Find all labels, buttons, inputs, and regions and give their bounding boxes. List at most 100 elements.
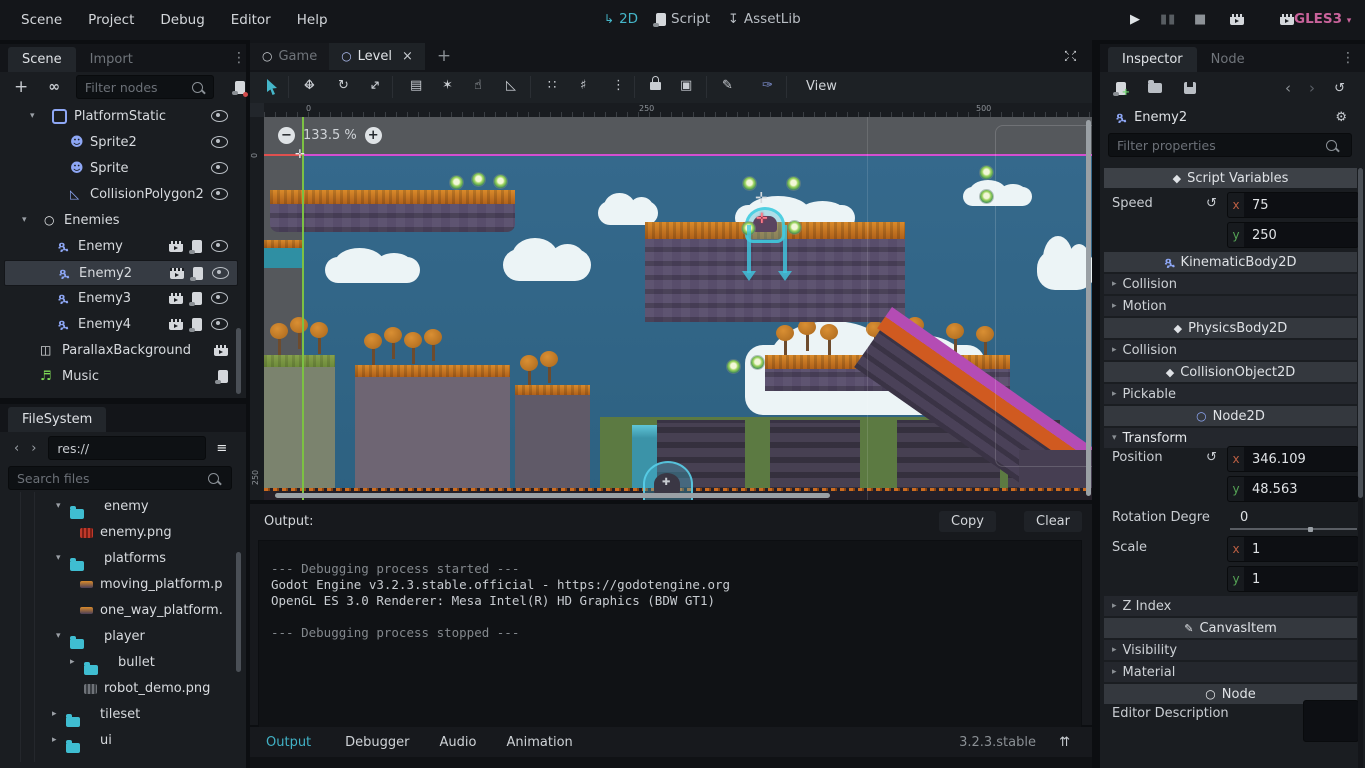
collapse-icon[interactable]: ▾ <box>30 111 35 121</box>
mode-2d[interactable]: ↳ 2D <box>604 11 638 27</box>
history-forward-icon[interactable]: › <box>31 441 36 456</box>
move-gizmo-icon[interactable]: ✛ <box>755 189 773 207</box>
script-icon[interactable] <box>189 239 202 254</box>
tree-row-collisionpolygon2[interactable]: ◺ CollisionPolygon2 <box>4 182 236 206</box>
slider-grabber[interactable] <box>1308 527 1313 532</box>
ruler-tool-icon[interactable]: ◺ <box>506 78 516 93</box>
editor-description-field[interactable] <box>1303 700 1359 742</box>
new-resource-button[interactable]: + <box>1113 81 1130 98</box>
connections-icon[interactable] <box>169 292 183 304</box>
pan-tool-icon[interactable]: ☝ <box>474 78 482 93</box>
snap-options-icon[interactable]: ⋮ <box>612 78 625 93</box>
tab-filesystem[interactable]: FileSystem <box>8 407 107 432</box>
script-icon[interactable] <box>190 266 203 281</box>
split-mode-icon[interactable]: ≡ <box>216 441 227 456</box>
folder-row-platforms[interactable]: ▾ platforms <box>4 546 236 571</box>
tab-import[interactable]: Import <box>76 47 147 72</box>
history-forward-icon[interactable]: › <box>1309 79 1315 97</box>
inspector-scrollbar[interactable] <box>1358 168 1363 498</box>
bottom-tab-animation[interactable]: Animation <box>506 735 572 750</box>
move-tool-icon[interactable]: ↔ ↕ <box>304 74 320 98</box>
instance-scene-button[interactable]: ∞ <box>48 79 60 95</box>
selection-handle[interactable] <box>783 225 787 273</box>
bottom-tab-output[interactable]: Output <box>266 735 311 750</box>
play-scene-button[interactable] <box>1230 14 1244 25</box>
tools-icon[interactable]: ⚙ <box>1335 110 1347 125</box>
scale-tool-icon[interactable]: ↔ <box>366 76 384 94</box>
mode-script[interactable]: Script <box>653 11 710 27</box>
folder-row-enemy[interactable]: ▾ enemy <box>4 494 236 519</box>
group-object-icon[interactable]: ▣ <box>680 78 692 93</box>
copy-button[interactable]: Copy <box>939 510 996 532</box>
fold-material[interactable]: ▸ Material <box>1104 662 1357 682</box>
visibility-icon[interactable] <box>211 136 228 148</box>
fold-visibility[interactable]: ▸ Visibility <box>1104 640 1357 660</box>
speed-y-field[interactable]: y 250 <box>1227 222 1359 248</box>
section-node2d[interactable]: ○ Node2D <box>1104 406 1357 426</box>
file-row-one-way-platform[interactable]: one_way_platform. <box>4 598 236 622</box>
new-tab-button[interactable]: + <box>437 46 451 66</box>
scale-y-field[interactable]: y1 <box>1227 566 1359 592</box>
pixel-snap-tool-icon[interactable]: ✶ <box>442 78 453 93</box>
tab-scene[interactable]: Scene <box>8 47 76 72</box>
revert-icon[interactable]: ↺ <box>1206 450 1217 465</box>
folder-row-tileset[interactable]: ▸ tileset <box>4 702 236 727</box>
position-x-field[interactable]: x 346.109 <box>1227 446 1359 472</box>
expand-bottom-panel-icon[interactable]: ⇈ <box>1059 735 1070 750</box>
path-field[interactable] <box>48 436 207 460</box>
section-physicsbody2d[interactable]: ◆ PhysicsBody2D <box>1104 318 1357 338</box>
history-back-icon[interactable]: ‹ <box>14 441 19 456</box>
inspector-menu-icon[interactable]: ⋮ <box>1341 50 1355 66</box>
output-log[interactable]: --- Debugging process started --- Godot … <box>258 540 1082 738</box>
scene-tree-scrollbar[interactable] <box>236 328 241 394</box>
play-custom-scene-button[interactable] <box>1280 14 1295 25</box>
grid-snap-icon[interactable]: ♯ <box>580 78 586 93</box>
connections-icon[interactable] <box>170 267 184 279</box>
position-y-field[interactable]: y 48.563 <box>1227 476 1359 502</box>
rotate-tool-icon[interactable]: ↻ <box>338 78 349 93</box>
visibility-icon[interactable] <box>211 188 228 200</box>
smart-snap-icon[interactable]: ∷ <box>548 78 556 93</box>
menu-debug[interactable]: Debug <box>147 12 217 28</box>
tree-row-enemy3[interactable]: ጿ Enemy3 <box>4 286 236 310</box>
tree-row-parallaxbackground[interactable]: ◫ ParallaxBackground <box>4 338 236 362</box>
menu-help[interactable]: Help <box>284 12 341 28</box>
position-gizmo-icon[interactable]: ✛ <box>756 211 772 227</box>
rotation-slider[interactable] <box>1230 527 1357 532</box>
visibility-icon[interactable] <box>211 318 228 330</box>
visibility-icon[interactable] <box>211 110 228 122</box>
folder-row-ui[interactable]: ▸ ui <box>4 728 236 753</box>
view-menu[interactable]: View <box>806 79 837 94</box>
skeleton-icon[interactable]: ✎ <box>722 78 733 93</box>
folder-row-player[interactable]: ▾ player <box>4 624 236 649</box>
fold-collision[interactable]: ▸ Collision <box>1104 274 1357 294</box>
selected-enemy-node[interactable]: ✛ ✛ <box>734 167 804 287</box>
section-script-variables[interactable]: ◆ Script Variables <box>1104 168 1357 188</box>
renderer-select[interactable]: GLES3 ▾ <box>1294 11 1351 27</box>
file-row-robot-demo[interactable]: robot_demo.png <box>4 676 236 700</box>
speed-x-field[interactable]: x 75 <box>1227 192 1359 218</box>
menu-scene[interactable]: Scene <box>8 12 75 28</box>
script-icon[interactable] <box>189 317 202 332</box>
folder-row-bullet[interactable]: ▸ bullet <box>4 650 236 675</box>
pause-button[interactable]: ▮▮ <box>1160 12 1176 27</box>
section-collisionobject2d[interactable]: ◆ CollisionObject2D <box>1104 362 1357 382</box>
bottom-tab-debugger[interactable]: Debugger <box>345 735 409 750</box>
zoom-in-button[interactable]: + <box>364 127 382 144</box>
scale-x-field[interactable]: x1 <box>1227 536 1359 562</box>
connections-icon[interactable] <box>169 318 183 330</box>
tree-row-music[interactable]: ♬ Music <box>4 364 236 388</box>
fold-z-index[interactable]: ▸ Z Index <box>1104 596 1357 616</box>
fold-motion[interactable]: ▸ Motion <box>1104 296 1357 316</box>
distraction-free-icon[interactable]: ↖ ↗ ↙ ↘ <box>1064 50 1078 63</box>
save-resource-button[interactable] <box>1184 82 1196 94</box>
filter-properties-input[interactable] <box>1108 133 1352 157</box>
tree-row-enemy2-selected[interactable]: ጿ Enemy2 <box>4 260 238 286</box>
file-row-moving-platform[interactable]: moving_platform.p <box>4 572 236 596</box>
skeleton-options-icon[interactable]: ✑ <box>762 78 773 93</box>
tab-inspector[interactable]: Inspector <box>1108 47 1197 72</box>
script-icon[interactable] <box>215 369 228 384</box>
fold-pickable[interactable]: ▸ Pickable <box>1104 384 1357 404</box>
zoom-out-button[interactable]: − <box>278 127 295 144</box>
tree-row-enemy4[interactable]: ጿ Enemy4 <box>4 312 236 336</box>
